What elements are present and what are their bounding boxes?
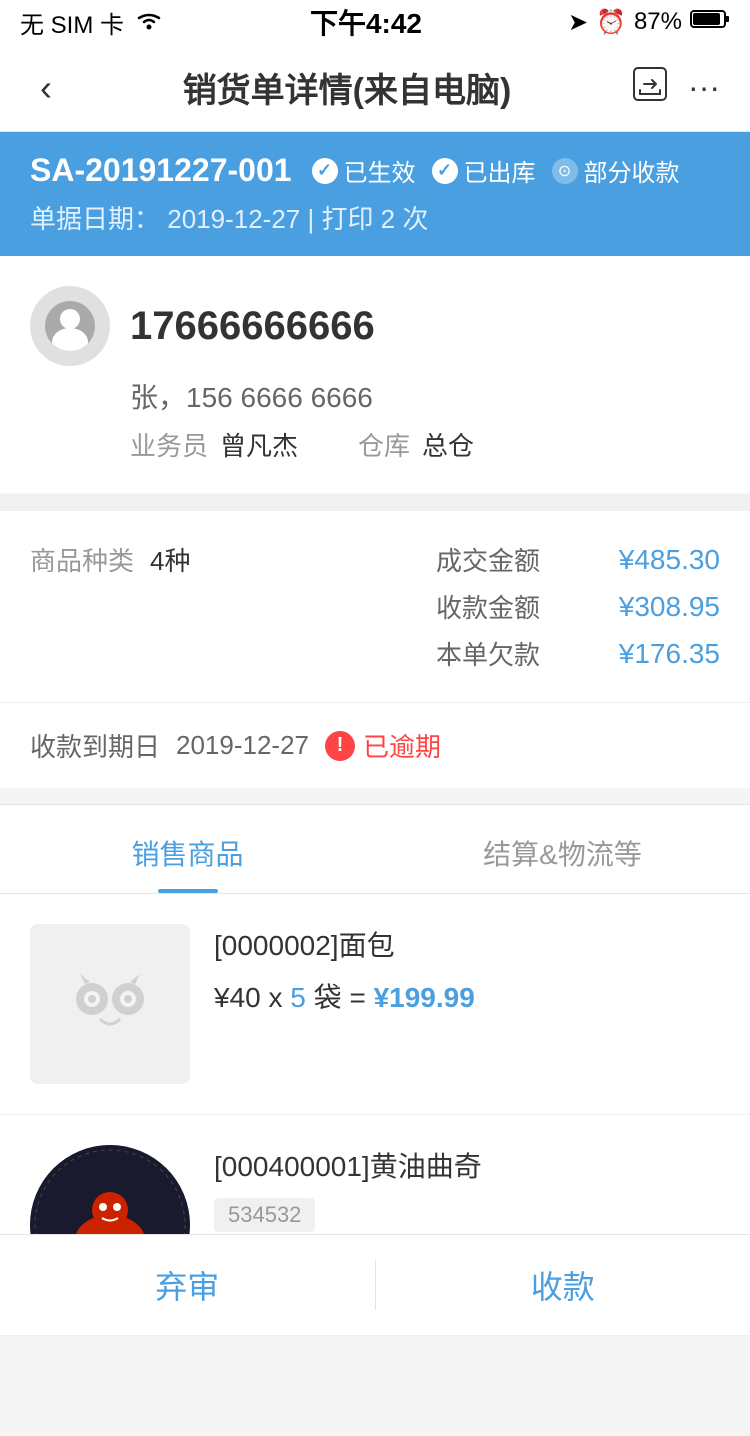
sales-label: 业务员 [130,426,208,463]
badge-partial-payment: ⊙ 部分收款 [552,153,680,188]
order-date: 2019-12-27 [167,204,300,234]
product-type-count: 4种 [150,541,190,578]
battery-text: 87% [634,8,682,36]
tab-sales-products[interactable]: 销售商品 [0,805,375,893]
product-unit-1: 袋 [314,982,342,1013]
received-label: 收款金额 [436,588,540,625]
check-icon-1 [312,158,338,184]
order-id: SA-20191227-001 [30,152,292,189]
product-qty-1: 5 [290,982,306,1013]
product-item: [0000002]面包 ¥40 x 5 袋 = ¥199.99 [0,894,750,1115]
overdue-text: 已逾期 [363,727,441,764]
product-price-1: ¥40 [214,982,261,1013]
check-icon-2 [432,158,458,184]
nav-title: 销货单详情(来自电脑) [62,63,632,112]
header-banner: SA-20191227-001 已生效 已出库 ⊙ 部分收款 单据日期： 201… [0,132,750,256]
location-icon: ➤ [568,8,588,37]
overdue-icon: ! [325,731,355,761]
status-bar: 无 SIM 卡 下午4:42 ➤ ⏰ 87% [0,0,750,44]
stats-left: 商品种类 4种 [30,541,190,578]
customer-section: 17666666666 张，156 6666 6666 业务员 曾凡杰 仓库 总… [0,256,750,493]
badge-activated: 已生效 [312,153,416,188]
customer-meta: 业务员 曾凡杰 仓库 总仓 [130,426,720,463]
product-name-2: [000400001]黄油曲奇 [214,1145,720,1185]
sales-name: 曾凡杰 [220,426,298,463]
owed-value: ¥176.35 [560,638,720,670]
product-info-1: [0000002]面包 ¥40 x 5 袋 = ¥199.99 [214,924,720,1016]
stats-section: 商品种类 4种 成交金额 ¥485.30 收款金额 ¥308.95 本单欠款 ¥… [0,511,750,702]
header-banner-row1: SA-20191227-001 已生效 已出库 ⊙ 部分收款 [30,152,720,189]
sales-meta: 业务员 曾凡杰 [130,426,298,463]
confirm-button[interactable]: 收款 [376,1242,750,1328]
avatar-icon [45,301,95,351]
customer-row: 17666666666 [30,286,720,366]
owed-label: 本单欠款 [436,635,540,672]
overdue-badge: ! 已逾期 [325,727,441,764]
nav-actions: ··· [632,66,720,110]
header-banner-date-row: 单据日期： 2019-12-27 | 打印 2 次 [30,199,720,236]
status-badges: 已生效 已出库 ⊙ 部分收款 [312,153,680,188]
received-row: 收款金额 ¥308.95 [436,588,720,625]
product-tag-2: 534532 [214,1198,315,1232]
date-label: 单据日期： [30,204,160,234]
share-icon[interactable] [632,66,668,110]
print-info: | 打印 2 次 [307,204,428,234]
avatar [30,286,110,366]
badge-shipped: 已出库 [432,153,536,188]
deal-amount-label: 成交金额 [436,541,540,578]
bottom-bar: 弃审 收款 [0,1234,750,1334]
stats-right: 成交金额 ¥485.30 收款金额 ¥308.95 本单欠款 ¥176.35 [436,541,720,672]
wifi-icon [134,8,164,37]
alarm-icon: ⏰ [596,8,626,37]
cancel-button[interactable]: 弃审 [0,1242,375,1328]
product-img-placeholder-1 [30,924,190,1084]
product-total-1: ¥199.99 [374,982,475,1013]
tabs-row: 销售商品 结算&物流等 [0,805,750,894]
warehouse-meta: 仓库 总仓 [358,426,474,463]
warehouse-label: 仓库 [358,426,410,463]
divider-1 [0,495,750,511]
status-left: 无 SIM 卡 [20,5,164,40]
warehouse-name: 总仓 [422,426,474,463]
owed-row: 本单欠款 ¥176.35 [436,635,720,672]
tab-settlement[interactable]: 结算&物流等 [375,805,750,893]
due-date: 2019-12-27 [176,730,309,761]
clock-icon: ⊙ [552,158,578,184]
product-type-row: 商品种类 4种 [30,541,190,578]
battery-icon [690,8,730,37]
due-section: 收款到期日 2019-12-27 ! 已逾期 [0,702,750,788]
customer-id: 17666666666 [130,304,375,349]
more-icon[interactable]: ··· [688,69,720,106]
product-price-row-1: ¥40 x 5 袋 = ¥199.99 [214,976,720,1016]
received-value: ¥308.95 [560,591,720,623]
deal-amount-row: 成交金额 ¥485.30 [436,541,720,578]
product-type-label: 商品种类 [30,541,134,578]
status-time: 下午4:42 [310,2,422,42]
status-right: ➤ ⏰ 87% [568,8,730,37]
deal-amount-value: ¥485.30 [560,544,720,576]
carrier-text: 无 SIM 卡 [20,5,124,40]
product-name-1: [0000002]面包 [214,924,720,964]
nav-bar: ‹ 销货单详情(来自电脑) ··· [0,44,750,132]
customer-name-detail: 张，156 6666 6666 [130,376,720,416]
product-image-1 [30,924,190,1084]
due-label: 收款到期日 [30,727,160,764]
back-button[interactable]: ‹ [30,57,62,119]
